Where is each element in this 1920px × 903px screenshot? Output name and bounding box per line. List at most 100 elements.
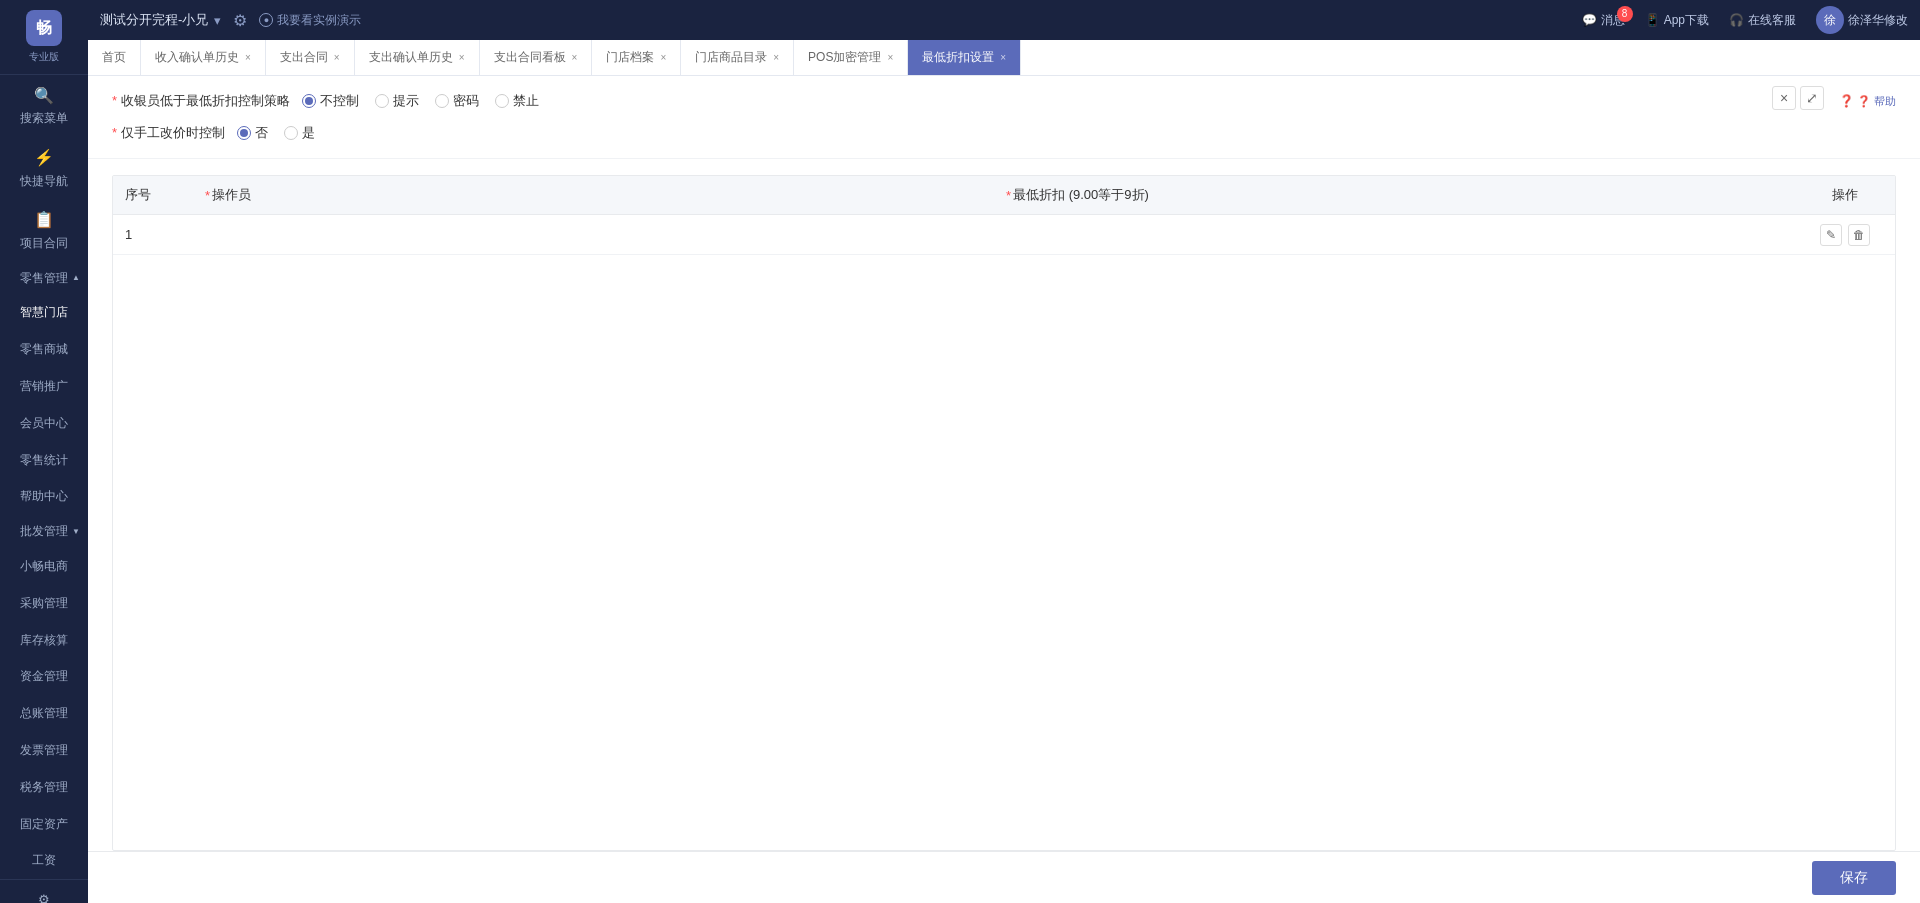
tab-close-store-product[interactable]: ×: [773, 52, 779, 63]
tabbar: 首页 收入确认单历史 × 支出合同 × 支出确认单历史 × 支出合同看板 × 门…: [88, 40, 1920, 76]
edit-row-button[interactable]: ✎: [1820, 224, 1842, 246]
cell-discount-1: [994, 227, 1795, 243]
tab-close-store-file[interactable]: ×: [660, 52, 666, 63]
sidebar-item-smart-store[interactable]: 智慧门店: [0, 294, 88, 331]
table-body: 1 ✎ 🗑: [113, 215, 1895, 850]
tab-close-income-history[interactable]: ×: [245, 52, 251, 63]
radio-manual-yes-circle: [284, 126, 298, 140]
sidebar-item-help[interactable]: 帮助中心: [0, 478, 88, 515]
sidebar-item-member[interactable]: 会员中心: [0, 405, 88, 442]
radio-password[interactable]: 密码: [435, 92, 479, 110]
sidebar-item-ledger[interactable]: 总账管理: [0, 695, 88, 732]
sidebar-item-search[interactable]: 🔍 搜索菜单: [0, 75, 88, 137]
sidebar-item-online-store[interactable]: 零售商城: [0, 331, 88, 368]
topbar-right: 💬 消息 8 📱 App下载 🎧 在线客服 徐 徐泽华修改: [1582, 6, 1908, 34]
demo-circle-icon: ●: [259, 13, 273, 27]
user-avatar: 徐: [1816, 6, 1844, 34]
sidebar-item-invoice[interactable]: 发票管理: [0, 732, 88, 769]
sidebar-bottom: ⚙: [0, 879, 88, 903]
tab-payment-contract[interactable]: 支出合同 ×: [266, 40, 355, 76]
policy-radio-group: 不控制 提示 密码 禁止: [302, 92, 539, 110]
cell-operator-1: [193, 227, 994, 243]
shortcuts-icon: ⚡: [34, 147, 54, 169]
help-icon: ❓: [1839, 94, 1854, 108]
topbar-project-dropdown-icon: ▾: [214, 13, 221, 28]
sidebar-logo: 畅 专业版: [0, 0, 88, 75]
radio-forbid-circle: [495, 94, 509, 108]
topbar-msg-button[interactable]: 💬 消息 8: [1582, 12, 1625, 29]
msg-badge: 8: [1617, 6, 1633, 22]
topbar-demo-button[interactable]: ● 我要看实例演示: [259, 12, 361, 29]
tab-close-min-discount[interactable]: ×: [1000, 52, 1006, 63]
message-icon: 💬: [1582, 13, 1597, 27]
tab-close-pos-password[interactable]: ×: [887, 52, 893, 63]
radio-manual-no[interactable]: 否: [237, 124, 268, 142]
sidebar-item-retail[interactable]: 零售管理: [0, 262, 88, 295]
col-header-action: 操作: [1795, 176, 1895, 214]
sidebar-item-shortcuts[interactable]: ⚡ 快捷导航: [0, 137, 88, 199]
topbar-project[interactable]: 测试分开完程-小兄 ▾: [100, 11, 221, 29]
policy-label: 收银员低于最低折扣控制策略: [112, 92, 290, 110]
manual-label: 仅手工改价时控制: [112, 124, 225, 142]
sidebar-item-assets[interactable]: 固定资产: [0, 806, 88, 843]
tab-store-product[interactable]: 门店商品目录 ×: [681, 40, 794, 76]
sidebar-item-marketing[interactable]: 营销推广: [0, 368, 88, 405]
help-button[interactable]: ❓ ❓ 帮助: [1839, 94, 1896, 109]
topbar-user-button[interactable]: 徐 徐泽华修改: [1816, 6, 1908, 34]
sidebar-item-project[interactable]: 📋 项目合同: [0, 199, 88, 261]
radio-manual-no-circle: [237, 126, 251, 140]
topbar: 测试分开完程-小兄 ▾ ⚙ ● 我要看实例演示 💬 消息 8 📱 App下载 🎧…: [88, 0, 1920, 40]
delete-row-button[interactable]: 🗑: [1848, 224, 1870, 246]
tab-close-payment-contract-board[interactable]: ×: [572, 52, 578, 63]
col-header-discount: * 最低折扣 (9.00等于9折): [994, 176, 1795, 214]
radio-no-control-circle: [302, 94, 316, 108]
project-icon: 📋: [34, 209, 54, 231]
table-header: 序号 * 操作员 * 最低折扣 (9.00等于9折) 操作: [113, 176, 1895, 215]
discount-required-star: *: [1006, 188, 1011, 203]
tab-store-file[interactable]: 门店档案 ×: [592, 40, 681, 76]
radio-manual-yes[interactable]: 是: [284, 124, 315, 142]
sidebar-item-retail-stat[interactable]: 零售统计: [0, 442, 88, 479]
tab-expand-button[interactable]: ⤢: [1800, 86, 1824, 110]
radio-password-circle: [435, 94, 449, 108]
radio-remind[interactable]: 提示: [375, 92, 419, 110]
topbar-settings-icon[interactable]: ⚙: [233, 11, 247, 30]
main-area: 测试分开完程-小兄 ▾ ⚙ ● 我要看实例演示 💬 消息 8 📱 App下载 🎧…: [88, 0, 1920, 903]
sidebar-item-tax[interactable]: 税务管理: [0, 769, 88, 806]
manual-row: 仅手工改价时控制 否 是: [112, 124, 1896, 142]
topbar-service-button[interactable]: 🎧 在线客服: [1729, 12, 1796, 29]
sidebar: 畅 专业版 🔍 搜索菜单 ⚡ 快捷导航 📋 项目合同 零售管理 智慧门店 零售商…: [0, 0, 88, 903]
sidebar-item-inventory[interactable]: 库存核算: [0, 622, 88, 659]
app-logo-icon: 畅: [26, 10, 62, 46]
tab-payment-confirm-history[interactable]: 支出确认单历史 ×: [355, 40, 480, 76]
topbar-app-button[interactable]: 📱 App下载: [1645, 12, 1709, 29]
app-download-icon: 📱: [1645, 13, 1660, 27]
service-icon: 🎧: [1729, 13, 1744, 27]
tab-close-payment-confirm-history[interactable]: ×: [459, 52, 465, 63]
sidebar-settings-button[interactable]: ⚙: [0, 879, 88, 903]
tab-home[interactable]: 首页: [88, 40, 141, 76]
radio-no-control[interactable]: 不控制: [302, 92, 359, 110]
page-content: 收银员低于最低折扣控制策略 不控制 提示 密码: [88, 76, 1920, 903]
radio-forbid[interactable]: 禁止: [495, 92, 539, 110]
tab-min-discount[interactable]: 最低折扣设置 ×: [908, 40, 1021, 76]
table-section: 序号 * 操作员 * 最低折扣 (9.00等于9折) 操作: [88, 159, 1920, 851]
tab-pos-password[interactable]: POS加密管理 ×: [794, 40, 908, 76]
save-button[interactable]: 保存: [1812, 861, 1896, 895]
sidebar-item-salary[interactable]: 工资: [0, 842, 88, 879]
sidebar-item-wholesale[interactable]: 批发管理: [0, 515, 88, 548]
tab-payment-contract-board[interactable]: 支出合同看板 ×: [480, 40, 593, 76]
tab-income-history[interactable]: 收入确认单历史 ×: [141, 40, 266, 76]
content-area: 收银员低于最低折扣控制策略 不控制 提示 密码: [88, 76, 1920, 903]
table-row: 1 ✎ 🗑: [113, 215, 1895, 255]
radio-remind-circle: [375, 94, 389, 108]
tab-close-all-button[interactable]: ×: [1772, 86, 1796, 110]
sidebar-item-ecommerce[interactable]: 小畅电商: [0, 548, 88, 585]
sidebar-item-purchase[interactable]: 采购管理: [0, 585, 88, 622]
topbar-demo-label: 我要看实例演示: [277, 12, 361, 29]
sidebar-item-finance[interactable]: 资金管理: [0, 658, 88, 695]
footer: 保存: [88, 851, 1920, 903]
manual-radio-group: 否 是: [237, 124, 315, 142]
tab-close-payment-contract[interactable]: ×: [334, 52, 340, 63]
policy-row: 收银员低于最低折扣控制策略 不控制 提示 密码: [112, 92, 1896, 110]
